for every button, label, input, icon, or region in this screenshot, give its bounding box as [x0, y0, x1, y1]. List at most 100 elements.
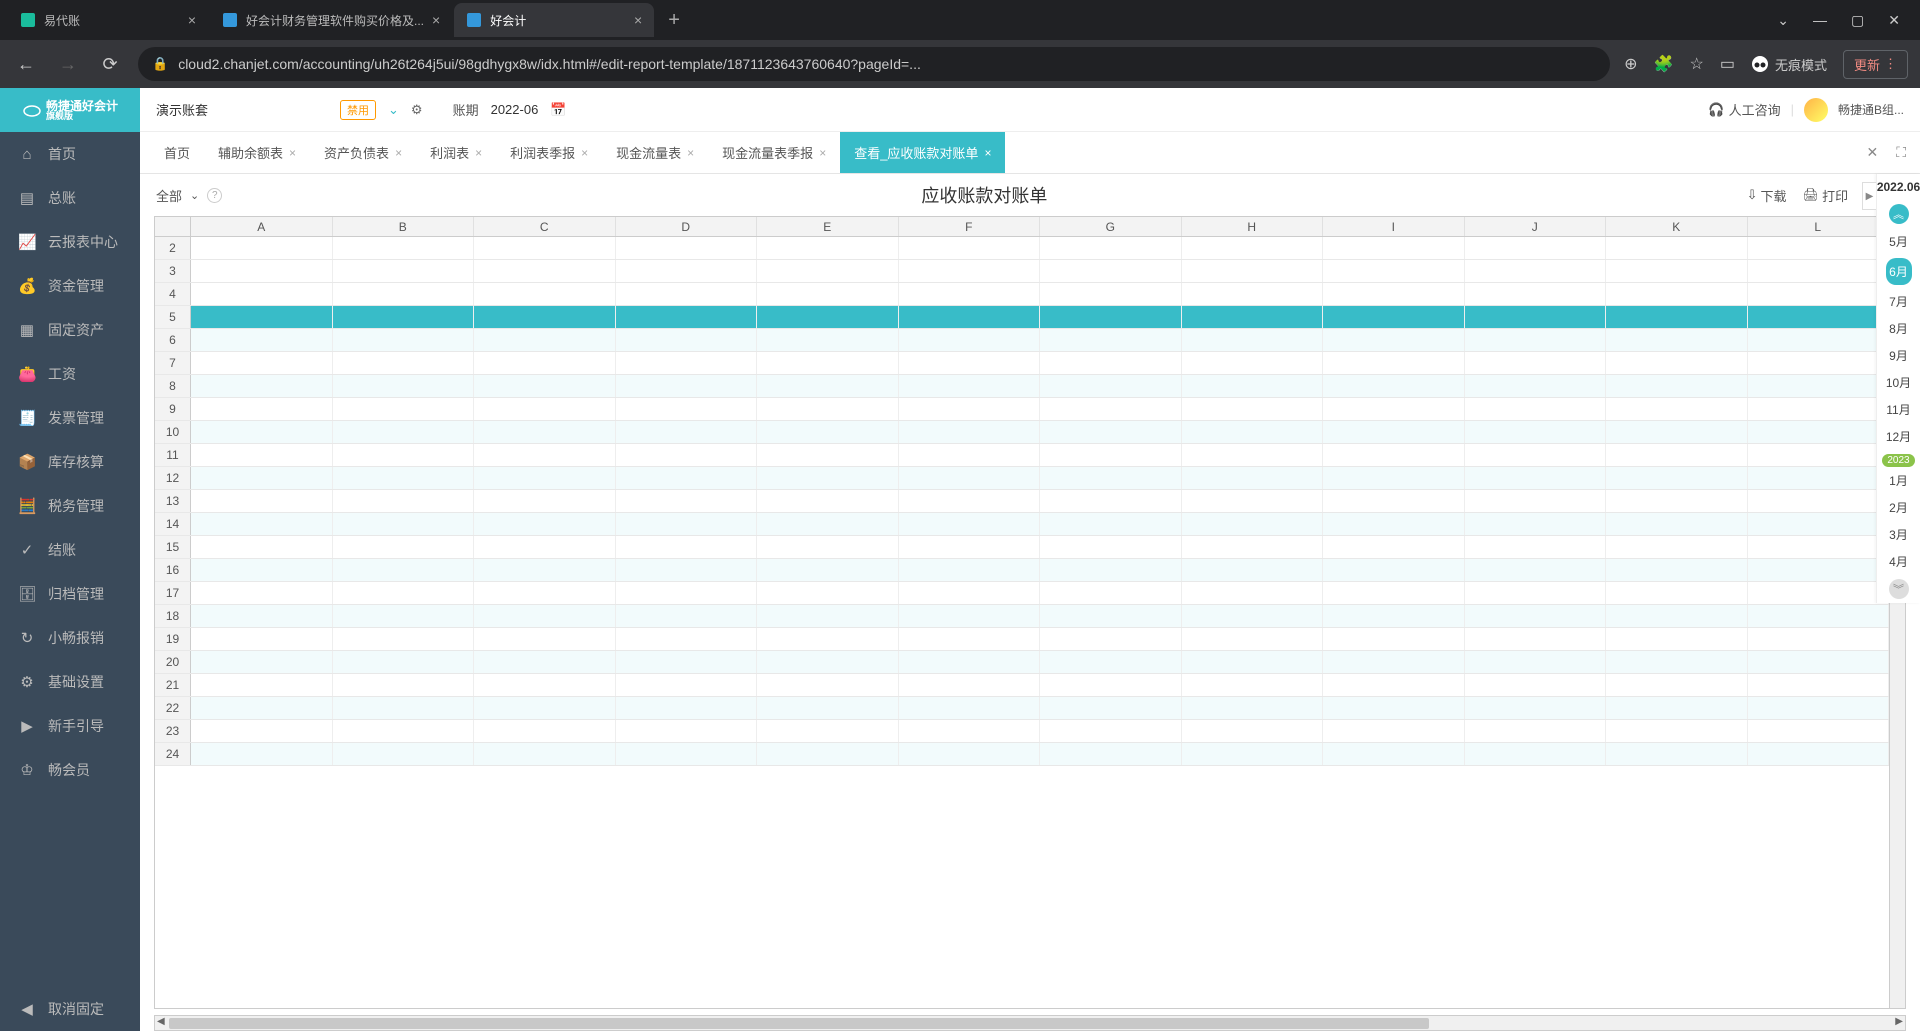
cell-E17[interactable]: [757, 582, 899, 604]
cell-H18[interactable]: [1182, 605, 1324, 627]
row-7[interactable]: 7: [155, 352, 1889, 375]
month-next-2月[interactable]: 2月: [1889, 494, 1908, 521]
page-tab-close[interactable]: ×: [475, 146, 482, 160]
cell-K11[interactable]: [1606, 444, 1748, 466]
cell-I12[interactable]: [1323, 467, 1465, 489]
cell-C22[interactable]: [474, 697, 616, 719]
cell-C17[interactable]: [474, 582, 616, 604]
cell-H7[interactable]: [1182, 352, 1324, 374]
cell-L23[interactable]: [1748, 720, 1890, 742]
row-15[interactable]: 15: [155, 536, 1889, 559]
sidebar-item-3[interactable]: 💰资金管理: [0, 264, 140, 308]
cell-A21[interactable]: [191, 674, 333, 696]
cell-D3[interactable]: [616, 260, 758, 282]
cell-I15[interactable]: [1323, 536, 1465, 558]
cell-B24[interactable]: [333, 743, 475, 765]
cell-L7[interactable]: [1748, 352, 1890, 374]
row-header-16[interactable]: 16: [155, 559, 191, 581]
cell-J17[interactable]: [1465, 582, 1607, 604]
cell-I16[interactable]: [1323, 559, 1465, 581]
cell-A5[interactable]: [191, 306, 333, 328]
page-tab-close[interactable]: ×: [581, 146, 588, 160]
cell-L6[interactable]: [1748, 329, 1890, 351]
cell-J19[interactable]: [1465, 628, 1607, 650]
cell-H22[interactable]: [1182, 697, 1324, 719]
cell-F16[interactable]: [899, 559, 1041, 581]
cell-J7[interactable]: [1465, 352, 1607, 374]
row-4[interactable]: 4: [155, 283, 1889, 306]
filter-dropdown[interactable]: 全部 ⌄ ?: [156, 186, 222, 205]
window-chevron-icon[interactable]: ⌄: [1777, 12, 1789, 29]
cell-L24[interactable]: [1748, 743, 1890, 765]
cell-E20[interactable]: [757, 651, 899, 673]
month-11月[interactable]: 11月: [1886, 396, 1912, 423]
cell-G12[interactable]: [1040, 467, 1182, 489]
cell-J3[interactable]: [1465, 260, 1607, 282]
consult-button[interactable]: 🎧 人工咨询: [1708, 100, 1780, 119]
cell-L13[interactable]: [1748, 490, 1890, 512]
corner-cell[interactable]: [155, 217, 191, 236]
row-8[interactable]: 8: [155, 375, 1889, 398]
cell-D8[interactable]: [616, 375, 758, 397]
cell-I9[interactable]: [1323, 398, 1465, 420]
cell-E8[interactable]: [757, 375, 899, 397]
cell-K4[interactable]: [1606, 283, 1748, 305]
row-13[interactable]: 13: [155, 490, 1889, 513]
sidebar-item-12[interactable]: ⚙基础设置: [0, 660, 140, 704]
cell-E9[interactable]: [757, 398, 899, 420]
row-3[interactable]: 3: [155, 260, 1889, 283]
cell-C8[interactable]: [474, 375, 616, 397]
cell-G2[interactable]: [1040, 237, 1182, 259]
cell-H15[interactable]: [1182, 536, 1324, 558]
cell-I8[interactable]: [1323, 375, 1465, 397]
cell-L8[interactable]: [1748, 375, 1890, 397]
cell-D24[interactable]: [616, 743, 758, 765]
row-header-2[interactable]: 2: [155, 237, 191, 259]
cell-A18[interactable]: [191, 605, 333, 627]
cell-E14[interactable]: [757, 513, 899, 535]
sidebar-item-7[interactable]: 📦库存核算: [0, 440, 140, 484]
scrollbar-thumb[interactable]: [169, 1018, 1429, 1029]
row-header-17[interactable]: 17: [155, 582, 191, 604]
cell-C12[interactable]: [474, 467, 616, 489]
cell-J8[interactable]: [1465, 375, 1607, 397]
cell-F10[interactable]: [899, 421, 1041, 443]
cell-I7[interactable]: [1323, 352, 1465, 374]
cell-I14[interactable]: [1323, 513, 1465, 535]
cell-B7[interactable]: [333, 352, 475, 374]
cell-I13[interactable]: [1323, 490, 1465, 512]
cell-B19[interactable]: [333, 628, 475, 650]
month-8月[interactable]: 8月: [1886, 315, 1912, 342]
cell-C7[interactable]: [474, 352, 616, 374]
cell-D16[interactable]: [616, 559, 758, 581]
cell-F22[interactable]: [899, 697, 1041, 719]
cell-F15[interactable]: [899, 536, 1041, 558]
cell-G22[interactable]: [1040, 697, 1182, 719]
cell-L15[interactable]: [1748, 536, 1890, 558]
cell-A10[interactable]: [191, 421, 333, 443]
cell-G14[interactable]: [1040, 513, 1182, 535]
cell-A14[interactable]: [191, 513, 333, 535]
cell-H16[interactable]: [1182, 559, 1324, 581]
cell-C4[interactable]: [474, 283, 616, 305]
cell-I2[interactable]: [1323, 237, 1465, 259]
browser-tab-1[interactable]: 好会计财务管理软件购买价格及... ×: [210, 3, 452, 37]
cell-B6[interactable]: [333, 329, 475, 351]
new-tab-button[interactable]: +: [656, 9, 692, 32]
cell-J5[interactable]: [1465, 306, 1607, 328]
cell-B23[interactable]: [333, 720, 475, 742]
cell-F11[interactable]: [899, 444, 1041, 466]
row-header-10[interactable]: 10: [155, 421, 191, 443]
cell-K17[interactable]: [1606, 582, 1748, 604]
browser-tab-2[interactable]: 好会计 ×: [454, 3, 654, 37]
cell-H13[interactable]: [1182, 490, 1324, 512]
page-tab-6[interactable]: 现金流量表季报×: [708, 132, 840, 173]
sidebar-item-10[interactable]: 🗄归档管理: [0, 572, 140, 616]
cell-D6[interactable]: [616, 329, 758, 351]
cell-I6[interactable]: [1323, 329, 1465, 351]
cell-B14[interactable]: [333, 513, 475, 535]
cell-D17[interactable]: [616, 582, 758, 604]
cell-J11[interactable]: [1465, 444, 1607, 466]
cell-B16[interactable]: [333, 559, 475, 581]
cell-D12[interactable]: [616, 467, 758, 489]
